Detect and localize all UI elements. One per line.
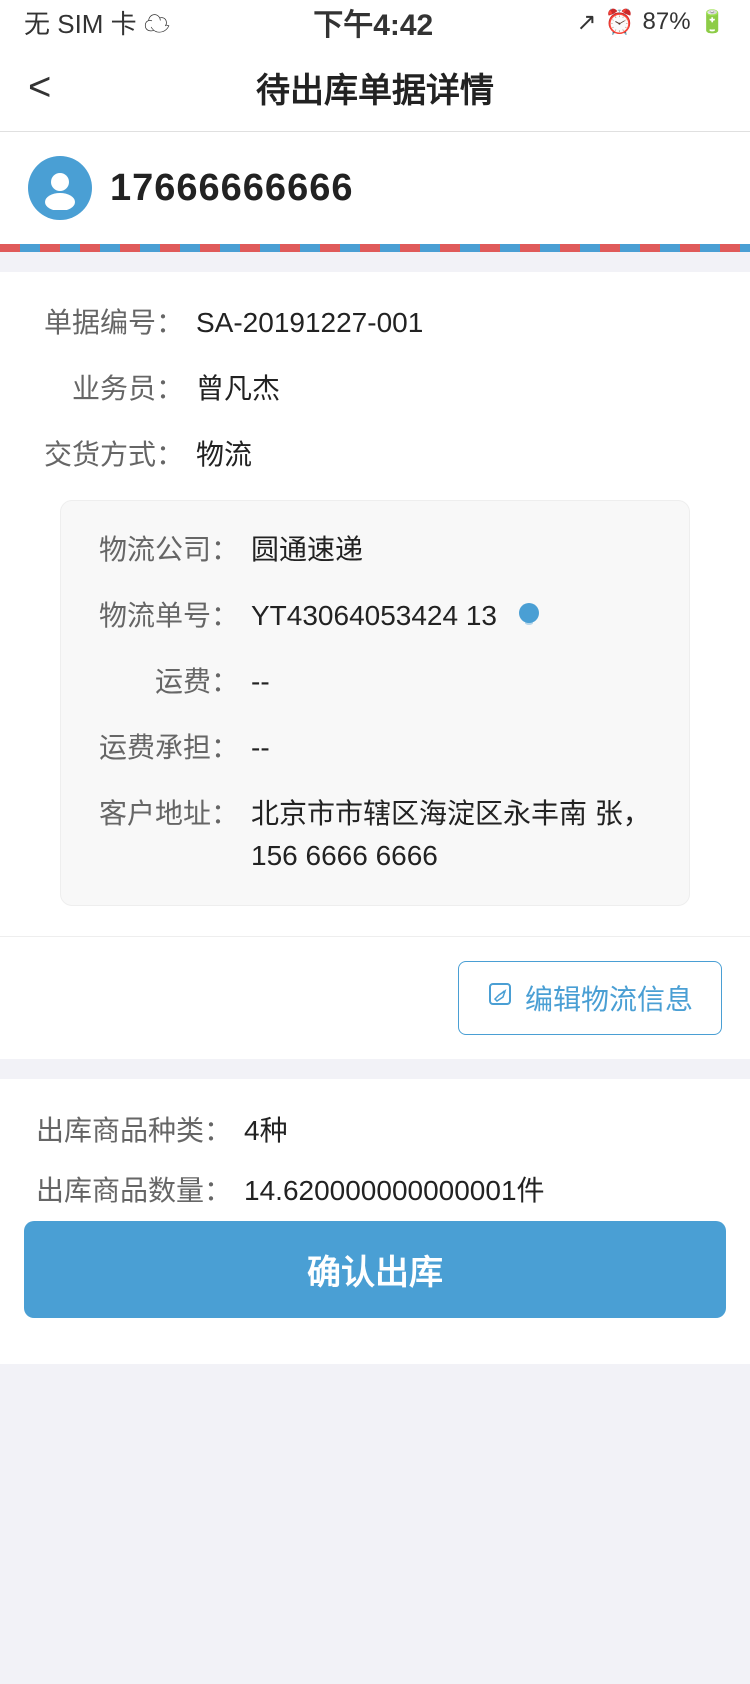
salesman-value: 曾凡杰 [196,368,714,410]
alarm-icon: ⏰ [605,8,635,37]
status-time: 下午4:42 [313,0,433,44]
freight-bear-row: 运费承担： -- [91,727,659,769]
location-status-icon: ↗ [577,8,597,37]
address-label: 客户地址： [91,793,251,835]
back-arrow-icon: < [28,65,51,109]
dashed-divider [0,244,750,252]
edit-btn-row: 编辑物流信息 [0,936,750,1059]
freight-label: 运费： [91,661,251,703]
nav-bar: < 待出库单据详情 [0,44,750,132]
customer-header: 17666666666 [0,132,750,244]
delivery-label: 交货方式： [36,434,196,476]
order-no-label: 单据编号： [36,302,196,344]
freight-bear-value: -- [251,727,659,769]
battery-icon: 🔋 [699,9,726,35]
customer-phone: 17666666666 [110,167,353,210]
freight-bear-label: 运费承担： [91,727,251,769]
freight-row: 运费： -- [91,661,659,703]
logistics-company-label: 物流公司： [91,529,251,571]
goods-types-row: 出库商品种类： 4种 [36,1109,714,1149]
salesman-row: 业务员： 曾凡杰 [36,368,714,410]
bottom-area [0,1364,750,1564]
logistics-card: 物流公司： 圆通速递 物流单号： YT43064053424 13 运费： [60,500,690,906]
back-button[interactable]: < [28,65,51,110]
delivery-row: 交货方式： 物流 [36,434,714,476]
goods-quantity-label: 出库商品数量： [36,1169,244,1209]
confirm-outbound-button[interactable]: 确认出库 [24,1221,726,1318]
sim-status: 无 SIM 卡 ☁ [24,4,170,41]
section-gap-1 [0,252,750,272]
edit-logistics-button[interactable]: 编辑物流信息 [458,961,722,1035]
user-icon [38,166,82,210]
order-no-row: 单据编号： SA-20191227-001 [36,302,714,344]
status-left: 无 SIM 卡 ☁ [24,4,170,41]
basic-info-section: 单据编号： SA-20191227-001 业务员： 曾凡杰 交货方式： 物流 … [0,272,750,936]
logistics-tracking-value: YT43064053424 13 [251,595,659,637]
order-no-value: SA-20191227-001 [196,302,714,344]
logistics-tracking-row: 物流单号： YT43064053424 13 [91,595,659,637]
goods-quantity-row: 出库商品数量： 14.620000000000001件 [36,1169,714,1209]
salesman-label: 业务员： [36,368,196,410]
goods-types-label: 出库商品种类： [36,1109,244,1149]
page-title: 待出库单据详情 [256,63,494,112]
avatar [28,156,92,220]
status-right: ↗ ⏰ 87% 🔋 [577,8,726,37]
edit-icon [487,981,515,1016]
section-gap-2 [0,1059,750,1079]
tracking-number-text: YT43064053424 13 [251,595,497,637]
edit-logistics-label: 编辑物流信息 [525,978,693,1018]
freight-value: -- [251,661,659,703]
status-bar: 无 SIM 卡 ☁ 下午4:42 ↗ ⏰ 87% 🔋 [0,0,750,44]
address-row: 客户地址： 北京市市辖区海淀区永丰南 张，156 6666 6666 [91,793,659,877]
confirm-btn-wrapper: 确认出库 [0,1205,750,1334]
logistics-tracking-label: 物流单号： [91,595,251,637]
goods-quantity-value: 14.620000000000001件 [244,1169,545,1209]
battery-level: 87% [643,8,691,36]
logistics-company-row: 物流公司： 圆通速递 [91,529,659,571]
map-pin-icon[interactable] [511,598,547,634]
logistics-company-value: 圆通速递 [251,529,659,571]
address-value: 北京市市辖区海淀区永丰南 张，156 6666 6666 [251,793,659,877]
delivery-value: 物流 [196,434,714,476]
goods-types-value: 4种 [244,1109,288,1149]
